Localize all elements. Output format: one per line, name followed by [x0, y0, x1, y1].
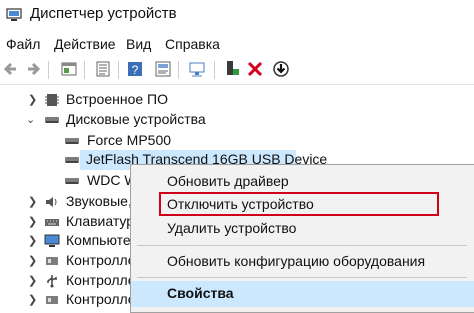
toolbar-separator — [84, 61, 85, 79]
tree-item-computer[interactable]: ❯ Компьютер — [0, 231, 130, 251]
tree-item-disk-drives[interactable]: ⌄ Дисковые устройства — [0, 110, 474, 130]
controller-icon — [46, 296, 58, 304]
tree-item-label: Контролле — [66, 272, 130, 288]
tree-item-label: Контролле — [66, 252, 130, 268]
menu-item-label: Свойства — [167, 285, 234, 301]
remove-icon[interactable] — [246, 60, 264, 78]
tree-item-sound[interactable]: ❯ Звуковые, — [0, 192, 130, 212]
tree-item-force-mp500[interactable]: Force MP500 — [0, 131, 474, 151]
tree-item-keyboards[interactable]: ❯ Клавиатур — [0, 212, 130, 232]
controller-icon — [46, 257, 58, 265]
context-menu: Обновить драйвер Отключить устройство Уд… — [130, 164, 474, 313]
tree-item-label: Контролле — [66, 291, 130, 307]
back-icon[interactable] — [2, 60, 20, 78]
view-icon[interactable] — [154, 60, 172, 78]
disk-drive-icon — [45, 117, 59, 123]
list-icon[interactable] — [94, 60, 112, 78]
menu-divider — [137, 277, 467, 278]
update-driver-icon[interactable] — [222, 60, 240, 78]
collapse-arrow-icon[interactable]: ⌄ — [26, 113, 36, 126]
menu-divider — [137, 245, 467, 246]
menu-item-scan-hardware[interactable]: Обновить конфигурацию оборудования — [131, 249, 474, 273]
window-title: Диспетчер устройств — [30, 5, 177, 22]
help-icon[interactable]: ? — [126, 60, 144, 78]
chip-icon — [45, 94, 59, 106]
menu-item-update-driver[interactable]: Обновить драйвер — [131, 169, 474, 193]
tree-item-firmware[interactable]: ❯ Встроенное ПО — [0, 90, 474, 110]
tree-item-label: Force MP500 — [87, 132, 172, 148]
tree-item-controllers-1[interactable]: ❯ Контролле — [0, 251, 130, 271]
keyboard-icon — [45, 219, 59, 226]
menu-file[interactable]: Файл — [6, 36, 40, 52]
tree-item-label: Звуковые, — [66, 193, 130, 209]
toolbar-separator — [178, 61, 179, 79]
tree-item-controllers-3[interactable]: ❯ Контролле — [0, 290, 130, 310]
expand-arrow-icon[interactable]: ❯ — [28, 195, 38, 208]
menu-item-label: Отключить устройство — [167, 196, 314, 212]
tree-item-label: Компьютер — [66, 232, 130, 248]
forward-icon[interactable] — [24, 60, 42, 78]
menu-item-uninstall-device[interactable]: Удалить устройство — [131, 216, 474, 240]
menu-view[interactable]: Вид — [126, 36, 151, 52]
toolbar-separator — [214, 61, 215, 79]
menu-item-disable-device[interactable]: Отключить устройство — [159, 192, 439, 216]
menu-bar: Файл Действие Вид Справка — [0, 34, 474, 56]
disk-drive-icon — [65, 178, 79, 184]
expand-arrow-icon[interactable]: ❯ — [28, 293, 38, 306]
menu-item-properties[interactable]: Свойства — [131, 281, 474, 307]
svg-text:?: ? — [132, 63, 139, 77]
tree-item-label: Встроенное ПО — [66, 91, 168, 107]
toolbar-separator — [48, 61, 49, 79]
expand-arrow-icon[interactable]: ❯ — [28, 215, 38, 228]
menu-item-label: Удалить устройство — [167, 220, 297, 236]
menu-item-label: Обновить конфигурацию оборудования — [167, 253, 426, 269]
usb-icon — [47, 275, 57, 288]
tree-item-controllers-2[interactable]: ❯ Контролле — [0, 271, 130, 291]
menu-item-label: Обновить драйвер — [167, 173, 289, 189]
menu-action[interactable]: Действие — [54, 36, 116, 52]
speaker-icon — [46, 197, 57, 207]
properties-icon[interactable] — [60, 60, 78, 78]
expand-arrow-icon[interactable]: ❯ — [28, 234, 38, 247]
scan-icon[interactable] — [188, 60, 206, 78]
disk-drive-icon — [65, 157, 79, 163]
device-manager-icon — [6, 8, 22, 21]
download-icon[interactable] — [272, 60, 290, 78]
toolbar: ? — [0, 56, 474, 85]
tree-item-label: Дисковые устройства — [66, 111, 206, 127]
computer-icon — [44, 234, 60, 247]
expand-arrow-icon[interactable]: ❯ — [28, 93, 38, 106]
tree-item-label: Клавиатур — [66, 213, 130, 229]
disk-drive-icon — [65, 138, 79, 144]
menu-help[interactable]: Справка — [165, 36, 220, 52]
title-bar: Диспетчер устройств — [0, 0, 474, 32]
expand-arrow-icon[interactable]: ❯ — [28, 254, 38, 267]
tree-item-wdc[interactable]: WDC W — [0, 171, 138, 191]
toolbar-separator — [118, 61, 119, 79]
expand-arrow-icon[interactable]: ❯ — [28, 274, 38, 287]
